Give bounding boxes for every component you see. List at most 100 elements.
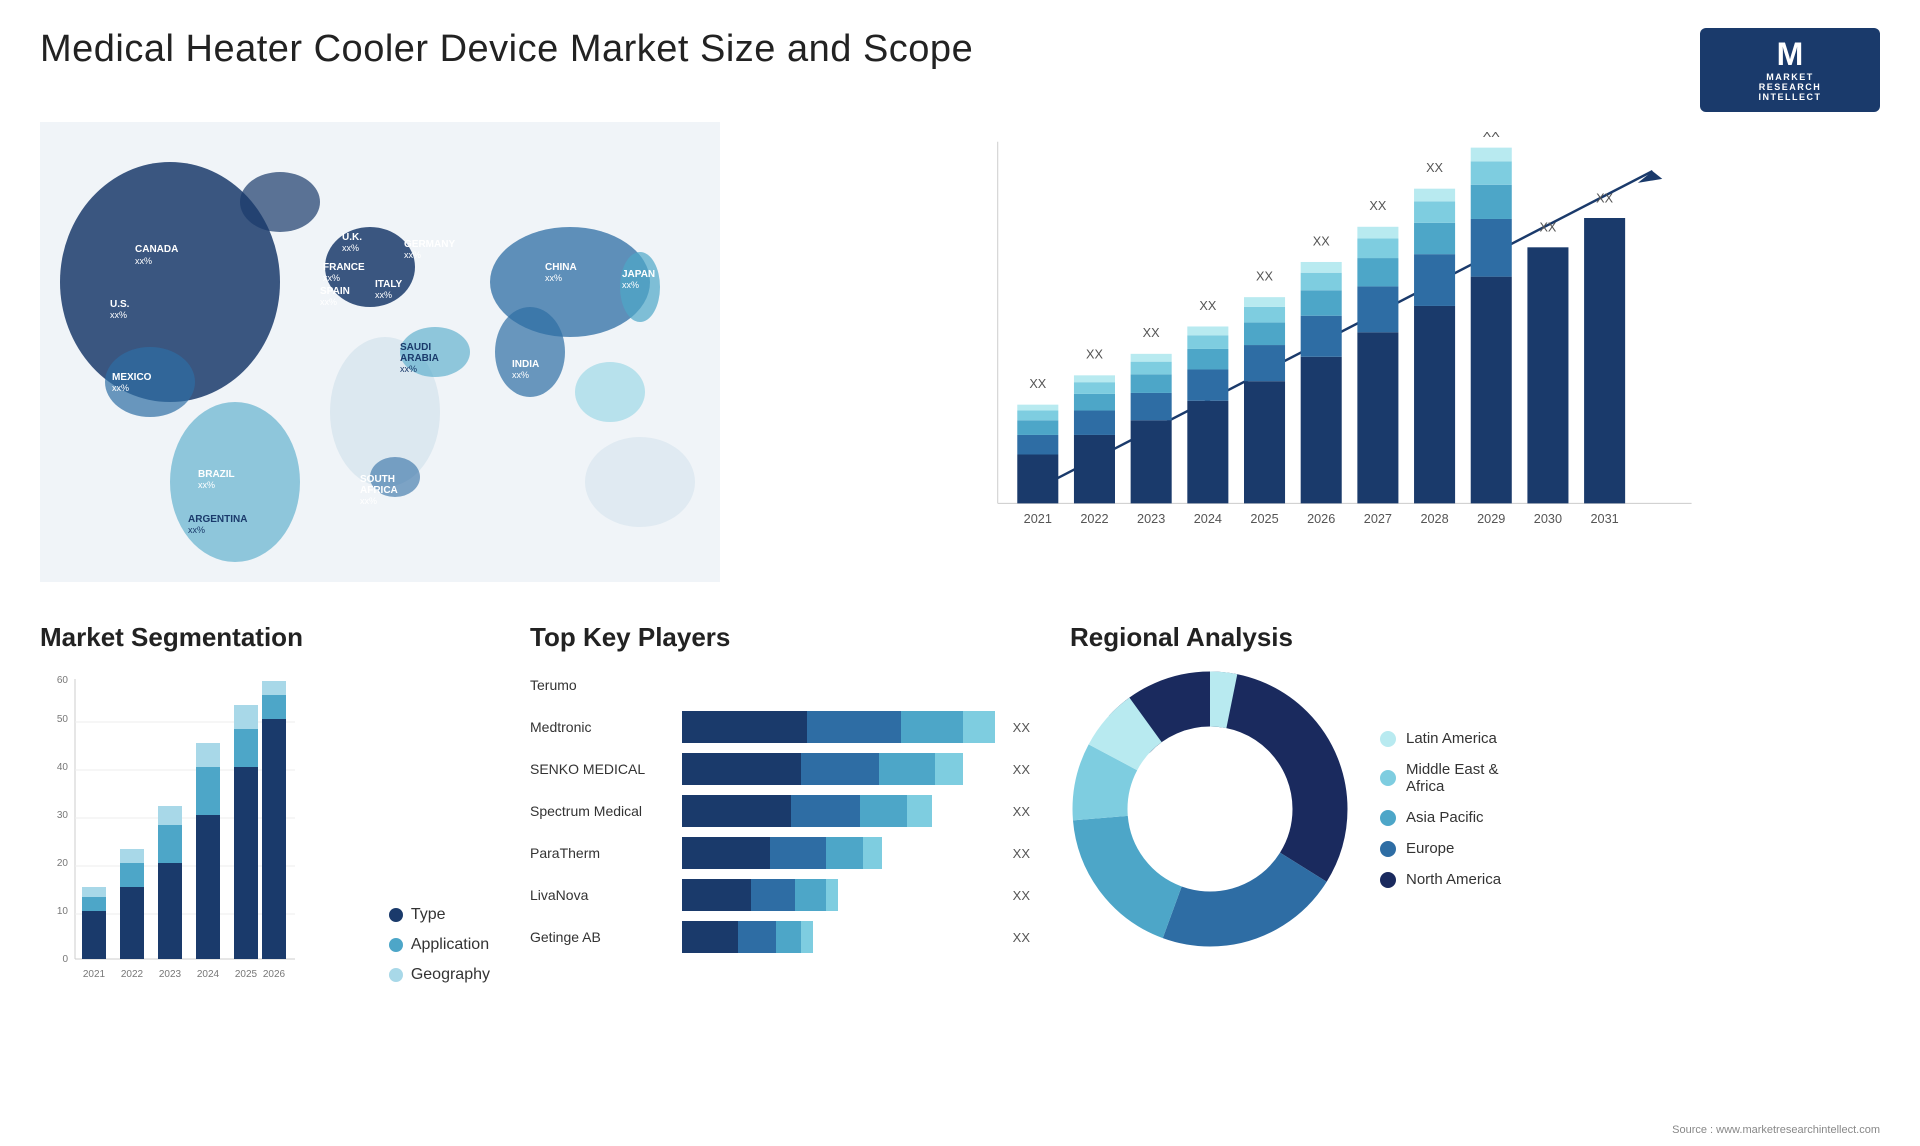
svg-text:AFRICA: AFRICA (360, 485, 398, 496)
svg-text:30: 30 (57, 810, 69, 821)
svg-text:XX: XX (1029, 377, 1046, 391)
legend-type: Type (389, 906, 490, 924)
segmentation-section: Market Segmentation 0 10 20 30 40 50 (40, 612, 500, 1112)
svg-text:xx%: xx% (342, 243, 359, 253)
svg-text:ITALY: ITALY (375, 279, 403, 290)
growth-bar-chart: XX XX XX XX (800, 132, 1860, 562)
svg-text:SPAIN: SPAIN (320, 286, 350, 297)
player-xx-senko: XX (1013, 762, 1030, 777)
logo-letter: M (1777, 38, 1804, 70)
logo: M MARKETRESEARCHINTELLECT (1700, 28, 1880, 112)
reg-label-asia-pacific: Asia Pacific (1406, 809, 1484, 826)
svg-text:0: 0 (62, 954, 68, 965)
player-row-medtronic: Medtronic XX (530, 711, 1030, 743)
regional-content: Latin America Middle East &Africa Asia P… (1070, 669, 1870, 949)
reg-label-north-america: North America (1406, 871, 1501, 888)
reg-dot-mea (1380, 770, 1396, 786)
svg-text:U.S.: U.S. (110, 299, 130, 310)
player-xx-getinge: XX (1013, 930, 1030, 945)
page-title: Medical Heater Cooler Device Market Size… (40, 28, 973, 71)
top-row: CANADA xx% U.S. xx% MEXICO xx% BRAZIL xx… (40, 122, 1880, 602)
legend-application-dot (389, 938, 403, 952)
svg-text:XX: XX (1426, 161, 1443, 175)
regional-legend: Latin America Middle East &Africa Asia P… (1380, 730, 1501, 888)
svg-text:2021: 2021 (1024, 512, 1052, 526)
svg-text:10: 10 (57, 906, 69, 917)
svg-text:xx%: xx% (400, 364, 417, 374)
svg-text:INDIA: INDIA (512, 359, 539, 370)
reg-label-europe: Europe (1406, 840, 1454, 857)
reg-label-latin-america: Latin America (1406, 730, 1497, 747)
svg-text:2029: 2029 (1477, 512, 1505, 526)
svg-text:SAUDI: SAUDI (400, 342, 431, 353)
svg-text:JAPAN: JAPAN (622, 269, 655, 280)
reg-dot-north-america (1380, 872, 1396, 888)
svg-text:xx%: xx% (112, 383, 129, 393)
player-name-terumo: Terumo (530, 677, 670, 693)
legend-geography-dot (389, 968, 403, 982)
player-bar-paratherm (682, 837, 995, 869)
svg-text:60: 60 (57, 675, 69, 686)
player-name-senko: SENKO MEDICAL (530, 761, 670, 777)
svg-text:BRAZIL: BRAZIL (198, 469, 235, 480)
svg-text:2023: 2023 (1137, 512, 1165, 526)
player-row-livanova: LivaNova XX (530, 879, 1030, 911)
segmentation-chart: 0 10 20 30 40 50 60 (40, 669, 369, 1014)
svg-text:2026: 2026 (1307, 512, 1335, 526)
player-bar-medtronic (682, 711, 995, 743)
player-row-getinge: Getinge AB XX (530, 921, 1030, 953)
svg-text:2024: 2024 (1194, 512, 1222, 526)
svg-text:GERMANY: GERMANY (404, 239, 455, 250)
player-bar-getinge (682, 921, 995, 953)
svg-text:xx%: xx% (110, 310, 127, 320)
player-name-spectrum: Spectrum Medical (530, 803, 670, 819)
legend-application-label: Application (411, 936, 489, 954)
header: Medical Heater Cooler Device Market Size… (0, 0, 1920, 122)
player-name-paratherm: ParaTherm (530, 845, 670, 861)
svg-text:2021: 2021 (83, 969, 106, 980)
svg-text:2022: 2022 (1080, 512, 1108, 526)
svg-text:2031: 2031 (1590, 512, 1618, 526)
donut-chart (1070, 669, 1350, 949)
svg-text:XX: XX (1596, 191, 1613, 205)
player-xx-paratherm: XX (1013, 846, 1030, 861)
svg-text:xx%: xx% (375, 290, 392, 300)
svg-text:XX: XX (1256, 270, 1273, 284)
svg-text:XX: XX (1199, 299, 1216, 313)
svg-text:XX: XX (1539, 221, 1556, 235)
player-row-spectrum: Spectrum Medical XX (530, 795, 1030, 827)
reg-dot-asia-pacific (1380, 810, 1396, 826)
player-name-livanova: LivaNova (530, 887, 670, 903)
player-bar-terumo (682, 669, 1030, 701)
svg-text:2024: 2024 (197, 969, 220, 980)
svg-text:XX: XX (1143, 326, 1160, 340)
svg-text:2023: 2023 (159, 969, 182, 980)
player-row-senko: SENKO MEDICAL XX (530, 753, 1030, 785)
bottom-row: Market Segmentation 0 10 20 30 40 50 (40, 602, 1880, 1112)
regional-title: Regional Analysis (1070, 622, 1870, 653)
svg-text:xx%: xx% (320, 297, 337, 307)
svg-text:xx%: xx% (545, 273, 562, 283)
svg-text:50: 50 (57, 714, 69, 725)
segmentation-chart-svg: 0 10 20 30 40 50 60 (40, 669, 300, 1009)
svg-text:2022: 2022 (121, 969, 144, 980)
svg-text:XX: XX (1086, 348, 1103, 362)
reg-legend-latin-america: Latin America (1380, 730, 1501, 747)
svg-text:XX: XX (1483, 132, 1500, 140)
player-bar-senko (682, 753, 995, 785)
svg-text:2028: 2028 (1420, 512, 1448, 526)
svg-text:ARABIA: ARABIA (400, 353, 439, 364)
svg-text:2025: 2025 (235, 969, 258, 980)
regional-section: Regional Analysis (1060, 612, 1880, 1112)
svg-text:CHINA: CHINA (545, 262, 577, 273)
player-bar-spectrum (682, 795, 995, 827)
svg-text:2030: 2030 (1534, 512, 1562, 526)
svg-text:xx%: xx% (188, 525, 205, 535)
legend-application: Application (389, 936, 490, 954)
donut-svg (1070, 669, 1350, 949)
players-list: Terumo Medtronic XX (530, 669, 1030, 953)
svg-text:20: 20 (57, 858, 69, 869)
reg-legend-europe: Europe (1380, 840, 1501, 857)
player-xx-spectrum: XX (1013, 804, 1030, 819)
svg-text:xx%: xx% (323, 273, 340, 283)
